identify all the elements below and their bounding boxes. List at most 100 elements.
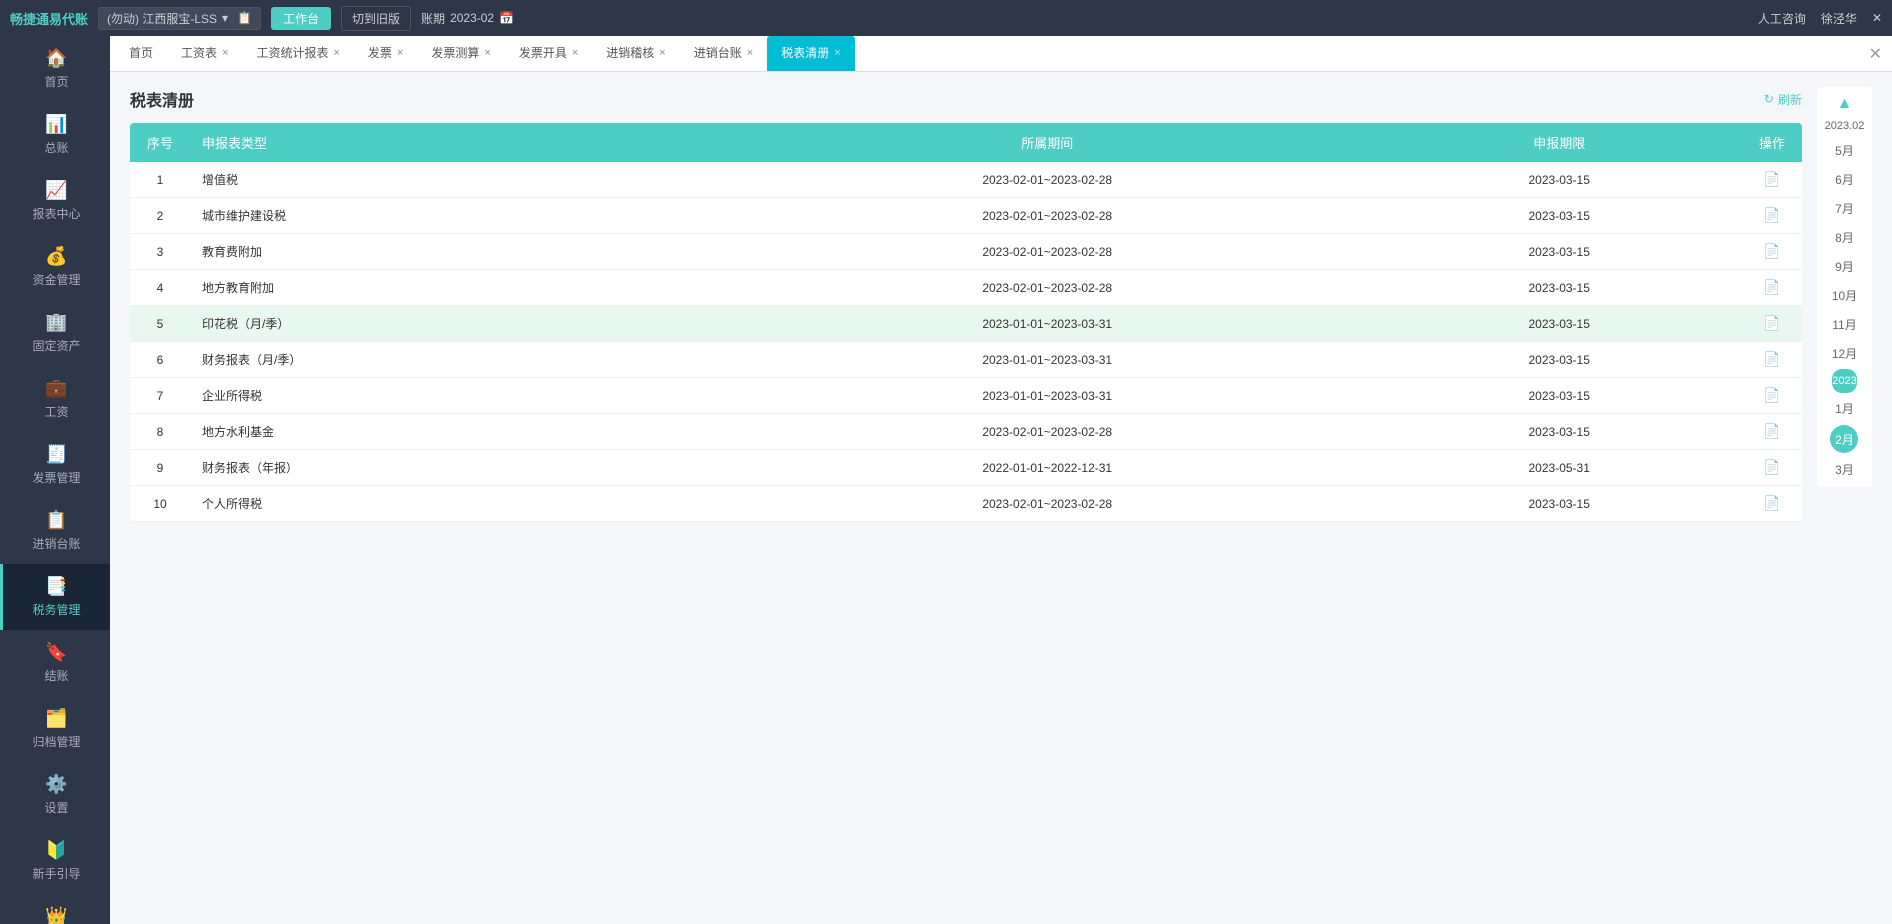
ai-consult-button[interactable]: 人工咨询 (1758, 10, 1806, 27)
refresh-button[interactable]: ↻ 刷新 (1764, 91, 1802, 108)
workbench-button[interactable]: 工作台 (271, 7, 331, 30)
cell-action[interactable]: 📄 (1742, 162, 1802, 198)
tab-label-payroll-stats: 工资统计报表 (256, 44, 328, 61)
cell-action[interactable]: 📄 (1742, 234, 1802, 270)
action-icon[interactable]: 📄 (1763, 243, 1780, 259)
cell-action[interactable]: 📄 (1742, 486, 1802, 522)
tab-close-invoice-open[interactable]: × (572, 47, 578, 59)
tab-purchase-ledger[interactable]: 进销台账× (680, 36, 767, 71)
refresh-icon: ↻ (1764, 92, 1774, 106)
cell-type: 地方水利基金 (190, 414, 718, 450)
table-row: 9 财务报表（年报） 2022-01-01~2022-12-31 2023-05… (130, 450, 1802, 486)
tab-invoice-open[interactable]: 发票开具× (505, 36, 592, 71)
tab-close-tax-list[interactable]: × (834, 47, 840, 59)
sidebar-item-report[interactable]: 📈报表中心 (0, 168, 110, 234)
action-icon[interactable]: 📄 (1763, 459, 1780, 475)
timeline-year-active[interactable]: 2023 (1832, 369, 1856, 393)
sidebar-item-invoice-mgr[interactable]: 🧾发票管理 (0, 432, 110, 498)
sidebar-icon-home: 🏠 (45, 48, 67, 69)
timeline-panel: ▲ 2023.02 5月6月7月8月9月10月11月12月20231月2月3月4… (1817, 87, 1872, 487)
tab-close-invoice[interactable]: × (397, 47, 403, 59)
timeline-item[interactable]: 3月 (1828, 455, 1860, 484)
refresh-label: 刷新 (1778, 91, 1802, 108)
tab-close-purchase-check[interactable]: × (659, 47, 665, 59)
sidebar-item-tax-mgr[interactable]: 📑税务管理 (0, 564, 110, 630)
tab-close-invoice-calc[interactable]: × (484, 47, 490, 59)
tab-label-invoice: 发票 (368, 44, 392, 61)
table-header-row: 序号 申报表类型 所属期间 申报期限 操作 (130, 123, 1802, 162)
action-icon[interactable]: 📄 (1763, 351, 1780, 367)
tab-payroll-stats[interactable]: 工资统计报表 × (242, 36, 353, 71)
cell-action[interactable]: 📄 (1742, 306, 1802, 342)
company-selector[interactable]: (勿动) 江西服宝-LSS ▾ 📋 (98, 7, 261, 30)
sidebar-item-purchase-mgr[interactable]: 📋进销台账 (0, 498, 110, 564)
cell-type: 城市维护建设税 (190, 198, 718, 234)
timeline-item[interactable]: 1月 (1828, 394, 1860, 423)
sidebar-item-guide[interactable]: 🔰新手引导 (0, 828, 110, 894)
timeline-item[interactable]: 6月 (1828, 165, 1860, 194)
action-icon[interactable]: 📄 (1763, 423, 1780, 439)
cell-action[interactable]: 📄 (1742, 414, 1802, 450)
tab-payroll[interactable]: 工资表× (167, 36, 242, 71)
timeline-up-button[interactable]: ▲ (1837, 92, 1853, 116)
sidebar-label-archive: 归档管理 (32, 733, 80, 750)
sidebar-icon-member: 👑 (45, 906, 67, 924)
sidebar-item-fund[interactable]: 💰资金管理 (0, 234, 110, 300)
sidebar-item-settlement[interactable]: 🔖结账 (0, 630, 110, 696)
cell-action[interactable]: 📄 (1742, 198, 1802, 234)
timeline-item[interactable]: 8月 (1828, 223, 1860, 252)
cell-type: 个人所得税 (190, 486, 718, 522)
action-icon[interactable]: 📄 (1763, 495, 1780, 511)
timeline-month-active[interactable]: 2月 (1830, 425, 1858, 453)
sidebar-icon-settlement: 🔖 (45, 642, 67, 663)
window-close-btn[interactable]: ✕ (1872, 11, 1882, 25)
timeline-item[interactable]: 5月 (1828, 136, 1860, 165)
cell-action[interactable]: 📄 (1742, 342, 1802, 378)
table-row: 7 企业所得税 2023-01-01~2023-03-31 2023-03-15… (130, 378, 1802, 414)
cell-type: 教育费附加 (190, 234, 718, 270)
tab-invoice[interactable]: 发票 × (354, 36, 417, 71)
action-icon[interactable]: 📄 (1763, 315, 1780, 331)
timeline-item[interactable]: 7月 (1828, 194, 1860, 223)
tab-invoice-calc[interactable]: 发票测算 × (417, 36, 504, 71)
action-icon[interactable]: 📄 (1763, 207, 1780, 223)
tab-label-invoice-calc: 发票测算 (431, 44, 479, 61)
tab-tax-list[interactable]: 税表清册× (767, 36, 854, 71)
period-value: 2023-02 (450, 11, 494, 25)
tab-close-payroll[interactable]: × (222, 47, 228, 59)
sidebar-item-payroll[interactable]: 💼工资 (0, 366, 110, 432)
action-icon[interactable]: 📄 (1763, 387, 1780, 403)
action-icon[interactable]: 📄 (1763, 171, 1780, 187)
sidebar-item-ledger[interactable]: 📊总账 (0, 102, 110, 168)
table-row: 6 财务报表（月/季） 2023-01-01~2023-03-31 2023-0… (130, 342, 1802, 378)
timeline-item[interactable]: 12月 (1828, 339, 1860, 368)
tab-home[interactable]: 首页 (115, 36, 167, 71)
cell-action[interactable]: 📄 (1742, 270, 1802, 306)
sidebar-icon-fixed-assets: 🏢 (45, 312, 67, 333)
calendar-icon: 📅 (499, 11, 514, 25)
tab-label-purchase-check: 进销稽核 (606, 44, 654, 61)
sidebar-item-settings[interactable]: ⚙️设置 (0, 762, 110, 828)
cell-action[interactable]: 📄 (1742, 450, 1802, 486)
table-row: 3 教育费附加 2023-02-01~2023-02-28 2023-03-15… (130, 234, 1802, 270)
timeline-item[interactable]: 11月 (1828, 310, 1860, 339)
action-icon[interactable]: 📄 (1763, 279, 1780, 295)
cell-action[interactable]: 📄 (1742, 378, 1802, 414)
tab-close-purchase-ledger[interactable]: × (747, 47, 753, 59)
timeline-item[interactable]: 9月 (1828, 252, 1860, 281)
page-header: 税表清册 ↻ 刷新 (130, 87, 1802, 111)
tab-bar-close[interactable]: ✕ (1864, 44, 1887, 64)
switch-version-button[interactable]: 切到旧版 (341, 6, 411, 31)
sidebar-item-home[interactable]: 🏠首页 (0, 36, 110, 102)
timeline-item[interactable]: 4月 (1828, 484, 1860, 487)
sidebar-item-fixed-assets[interactable]: 🏢固定资产 (0, 300, 110, 366)
sidebar-item-archive[interactable]: 🗂️ 归档管理 (0, 696, 110, 762)
tab-close-payroll-stats[interactable]: × (333, 47, 339, 59)
cell-seq: 9 (130, 450, 190, 486)
timeline-item[interactable]: 10月 (1828, 281, 1860, 310)
sidebar-item-member[interactable]: 👑畅会员 (0, 894, 110, 924)
sidebar-icon-invoice-mgr: 🧾 (45, 444, 67, 465)
cell-deadline: 2023-03-15 (1376, 198, 1742, 234)
sidebar-icon-archive: 🗂️ (45, 708, 67, 729)
tab-purchase-check[interactable]: 进销稽核 × (592, 36, 679, 71)
